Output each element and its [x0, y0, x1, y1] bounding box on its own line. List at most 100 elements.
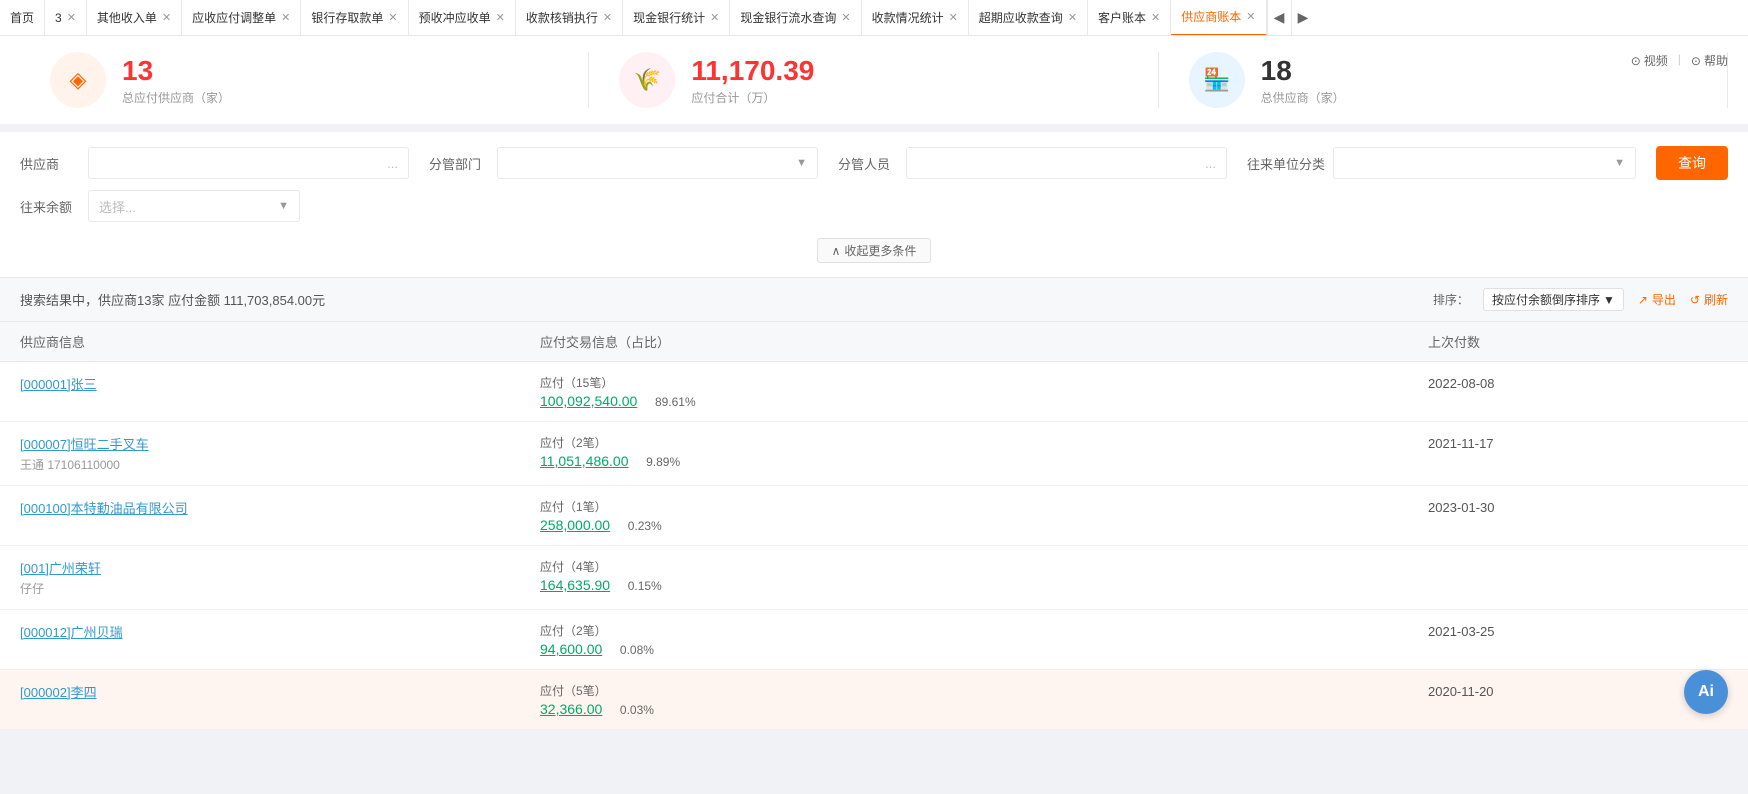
- balance-filter-select[interactable]: 选择... ▼: [88, 190, 300, 222]
- supplier-contact-3: 仔仔: [20, 580, 540, 597]
- supplier-link-3[interactable]: [001]广州荣轩: [20, 558, 540, 577]
- close-icon[interactable]: ✕: [67, 11, 76, 24]
- sort-button[interactable]: 按应付余额倒序排序 ▼: [1483, 288, 1624, 311]
- close-icon[interactable]: ✕: [949, 11, 958, 24]
- filter-category: 往来单位分类 ▼: [1247, 147, 1636, 179]
- supplier-info-4: [000012]广州贝瑞: [20, 622, 540, 644]
- filter-balance: 往来余额 选择... ▼: [20, 190, 300, 222]
- last-pay-date-4: 2021-03-25: [1428, 622, 1728, 639]
- table-row: [001]广州荣轩 仔仔 应付（4笔） 164,635.90 0.15%: [0, 546, 1748, 610]
- col-header-payable: 应付交易信息（占比）: [540, 332, 1428, 351]
- close-icon[interactable]: ✕: [603, 11, 612, 24]
- chevron-up-icon: ∧: [832, 244, 841, 258]
- summary-card-suppliers: ◈ 13 总应付供应商（家）: [20, 52, 589, 108]
- supplier-link-0[interactable]: [000001]张三: [20, 374, 540, 393]
- summary-content-payable: 11,170.39 应付合计（万）: [691, 54, 814, 107]
- supplier-link-5[interactable]: [000002]李四: [20, 682, 540, 701]
- top-right-links: ⊙视频 | ⊙帮助: [1631, 52, 1728, 69]
- payable-label-2: 应付（1笔）: [540, 498, 1428, 515]
- nav-tab-bank-deposit[interactable]: 银行存取款单 ✕: [301, 0, 408, 36]
- nav-next-arrow[interactable]: ▶: [1291, 0, 1315, 36]
- close-icon[interactable]: ✕: [162, 11, 171, 24]
- supplier-info-1: [000007]恒旺二手叉车 王通 17106110000: [20, 434, 540, 473]
- nav-tab-cash-bank-stat[interactable]: 现金银行统计 ✕: [623, 0, 730, 36]
- close-icon[interactable]: ✕: [281, 11, 290, 24]
- collapse-button[interactable]: ∧ 收起更多条件: [817, 238, 932, 263]
- nav-tab-home[interactable]: 首页: [0, 0, 45, 36]
- filter-person: 分管人员 ...: [838, 147, 1227, 179]
- total-payable-suppliers-number: 13: [122, 54, 230, 88]
- table-container: 供应商信息 应付交易信息（占比） 上次付数 [000001]张三 应付（15笔）…: [0, 322, 1748, 730]
- help-link[interactable]: ⊙帮助: [1691, 52, 1728, 69]
- dept-filter-label: 分管部门: [429, 154, 489, 173]
- close-icon[interactable]: ✕: [1151, 11, 1160, 24]
- query-button[interactable]: 查询: [1656, 146, 1728, 180]
- video-link[interactable]: ⊙视频: [1631, 52, 1668, 69]
- refresh-button[interactable]: ↺ 刷新: [1690, 291, 1728, 308]
- close-icon[interactable]: ✕: [841, 11, 850, 24]
- payable-amount-2[interactable]: 258,000.00: [540, 517, 610, 533]
- nav-tab-customer-book[interactable]: 客户账本 ✕: [1088, 0, 1171, 36]
- close-icon[interactable]: ✕: [1068, 11, 1077, 24]
- table-row: [000007]恒旺二手叉车 王通 17106110000 应付（2笔） 11,…: [0, 422, 1748, 486]
- table-header: 供应商信息 应付交易信息（占比） 上次付数: [0, 322, 1748, 362]
- close-icon[interactable]: ✕: [710, 11, 719, 24]
- payable-pct-0: 89.61%: [655, 395, 696, 409]
- nav-tab-other-income[interactable]: 其他收入单 ✕: [87, 0, 182, 36]
- supplier-filter-input[interactable]: ...: [88, 147, 409, 179]
- result-bar: 搜索结果中，供应商13家 应付金额 111,703,854.00元 排序： 按应…: [0, 278, 1748, 322]
- category-filter-select[interactable]: ▼: [1333, 147, 1636, 179]
- nav-tab-receipt-stat[interactable]: 收款情况统计 ✕: [862, 0, 969, 36]
- nav-tab-overdue-ar[interactable]: 超期应收款查询 ✕: [969, 0, 1088, 36]
- col-header-last-pay: 上次付数: [1428, 332, 1728, 351]
- supplier-link-4[interactable]: [000012]广州贝瑞: [20, 622, 540, 641]
- table-row: [000001]张三 应付（15笔） 100,092,540.00 89.61%…: [0, 362, 1748, 422]
- payable-amount-4[interactable]: 94,600.00: [540, 641, 602, 657]
- filter-row-2: 往来余额 选择... ▼: [20, 190, 1728, 222]
- table-scroll[interactable]: [000001]张三 应付（15笔） 100,092,540.00 89.61%…: [0, 362, 1748, 730]
- summary-content-total-suppliers: 18 总供应商（家）: [1261, 54, 1345, 107]
- table-row: [000100]本特勤油品有限公司 应付（1笔） 258,000.00 0.23…: [0, 486, 1748, 546]
- supplier-info-2: [000100]本特勤油品有限公司: [20, 498, 540, 520]
- payable-info-3: 应付（4笔） 164,635.90 0.15%: [540, 558, 1428, 593]
- payable-amount-3[interactable]: 164,635.90: [540, 577, 610, 593]
- nav-tab-cash-bank-query[interactable]: 现金银行流水查询 ✕: [730, 0, 861, 36]
- payable-label-0: 应付（15笔）: [540, 374, 1428, 391]
- nav-tab-supplier-book[interactable]: 供应商账本 ✕: [1171, 0, 1266, 36]
- ai-assistant-button[interactable]: Ai: [1684, 670, 1728, 714]
- payable-info-0: 应付（15笔） 100,092,540.00 89.61%: [540, 374, 1428, 409]
- nav-tab-receipt-verify[interactable]: 收款核销执行 ✕: [516, 0, 623, 36]
- nav-tab-ar-ap-adjust[interactable]: 应收应付调整单 ✕: [182, 0, 301, 36]
- supplier-info-5: [000002]李四: [20, 682, 540, 704]
- payable-label-1: 应付（2笔）: [540, 434, 1428, 451]
- last-pay-date-3: [1428, 558, 1728, 560]
- category-filter-label: 往来单位分类: [1247, 154, 1325, 173]
- supplier-contact-1: 王通 17106110000: [20, 456, 540, 473]
- export-button[interactable]: ↗ 导出: [1638, 291, 1676, 308]
- filter-row-1: 供应商 ... 分管部门 ▼ 分管人员 ... 往来单位分类 ▼ 查询: [20, 146, 1728, 180]
- supplier-link-2[interactable]: [000100]本特勤油品有限公司: [20, 498, 540, 517]
- sort-label: 排序：: [1433, 291, 1469, 308]
- payable-pct-1: 9.89%: [646, 455, 680, 469]
- close-icon[interactable]: ✕: [496, 11, 505, 24]
- person-filter-label: 分管人员: [838, 154, 898, 173]
- summary-content-suppliers: 13 总应付供应商（家）: [122, 54, 230, 107]
- supplier-filter-label: 供应商: [20, 154, 80, 173]
- close-icon[interactable]: ✕: [1246, 10, 1255, 23]
- nav-tab-prepay-offset[interactable]: 预收冲应收单 ✕: [409, 0, 516, 36]
- payable-pct-2: 0.23%: [628, 519, 662, 533]
- payable-amount-0[interactable]: 100,092,540.00: [540, 393, 637, 409]
- table-row: [000002]李四 应付（5笔） 32,366.00 0.03% 2020-1…: [0, 670, 1748, 730]
- balance-filter-label: 往来余额: [20, 197, 80, 216]
- dept-filter-select[interactable]: ▼: [497, 147, 818, 179]
- person-filter-input[interactable]: ...: [906, 147, 1227, 179]
- close-icon[interactable]: ✕: [388, 11, 397, 24]
- nav-tab-3[interactable]: 3 ✕: [45, 0, 87, 36]
- supplier-link-1[interactable]: [000007]恒旺二手叉车: [20, 434, 540, 453]
- payable-amount-1[interactable]: 11,051,486.00: [540, 453, 629, 469]
- payable-amount-5[interactable]: 32,366.00: [540, 701, 602, 717]
- nav-prev-arrow[interactable]: ◀: [1267, 0, 1291, 36]
- col-header-supplier: 供应商信息: [20, 332, 540, 351]
- payable-pct-4: 0.08%: [620, 643, 654, 657]
- table-row: [000012]广州贝瑞 应付（2笔） 94,600.00 0.08% 2021…: [0, 610, 1748, 670]
